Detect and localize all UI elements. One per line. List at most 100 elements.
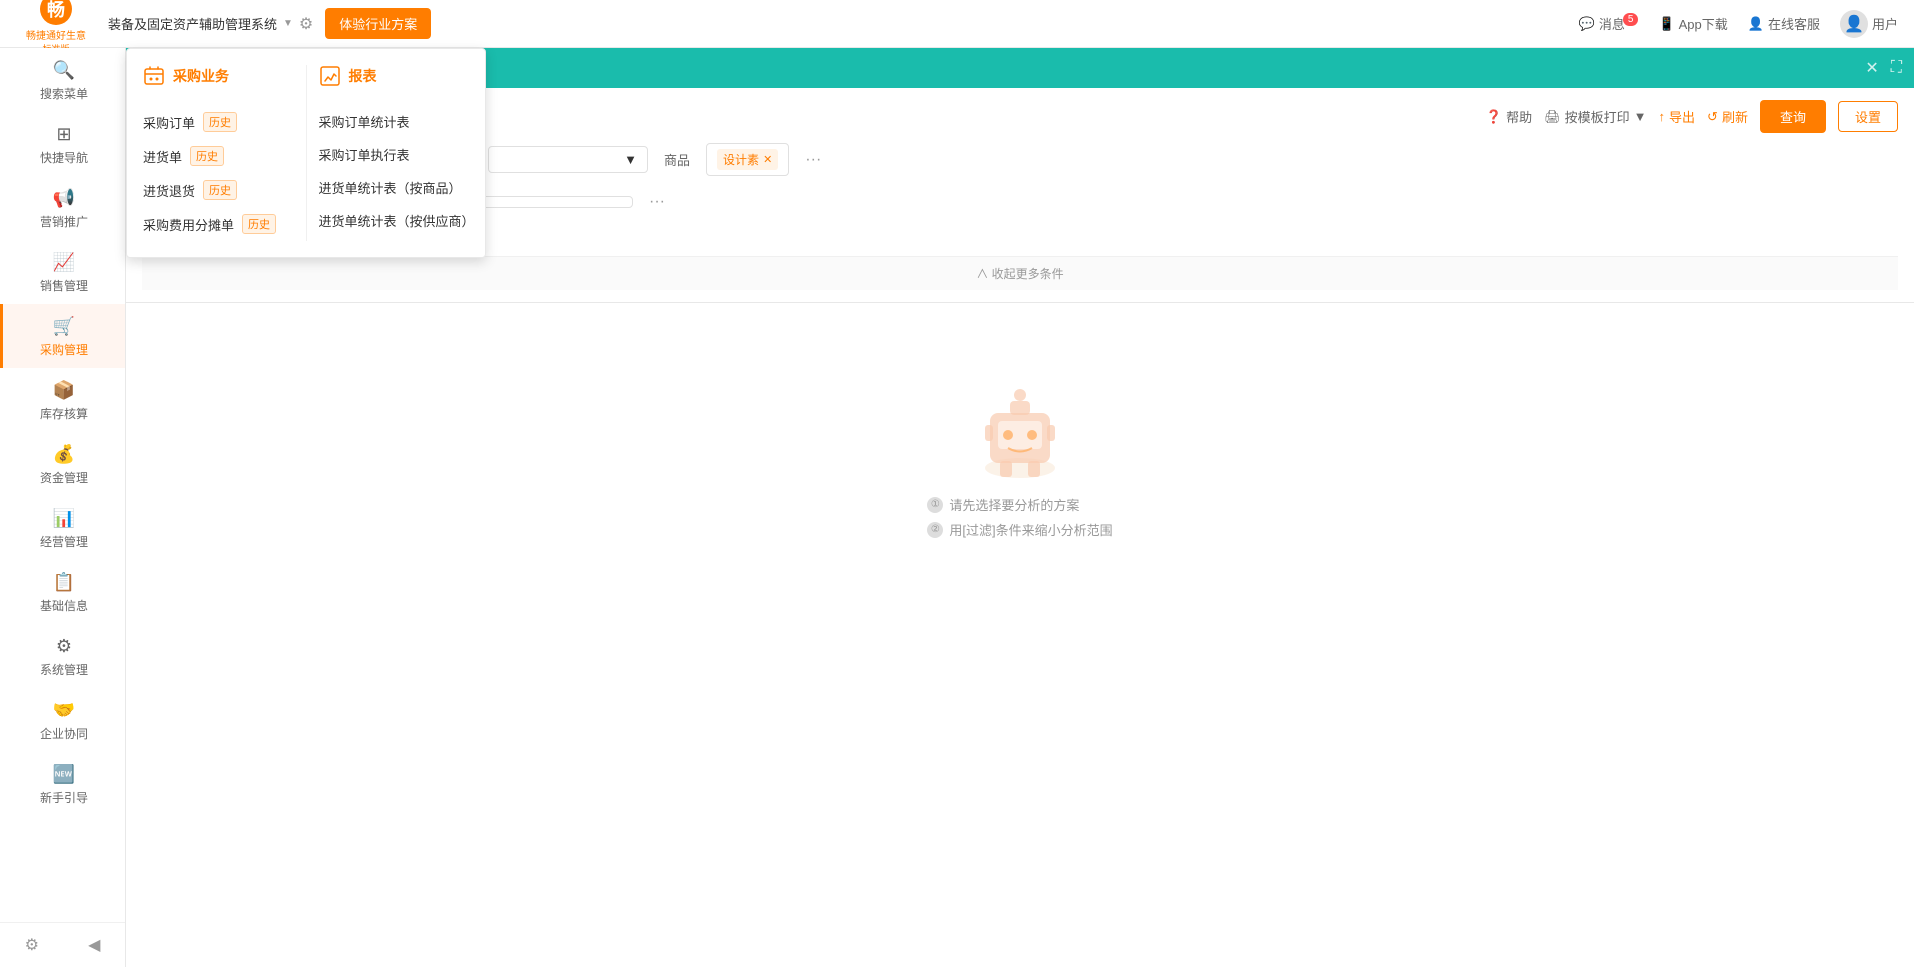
report-item-采购订单统计表[interactable]: 采购订单统计表 [319,105,470,138]
message-button[interactable]: 💬 消息 5 [1579,14,1639,33]
empty-hint-1: ① 请先选择要分析的方案 [927,495,1112,514]
help-button[interactable]: ❓ 帮助 [1486,107,1532,126]
sidebar-label-finance: 资金管理 [40,469,88,486]
user-avatar: 👤 [1840,10,1868,38]
phone-icon: 📱 [1658,16,1674,32]
sidebar-icon-cooperation: 🤝 [53,700,75,721]
collapse-icon: ∧ [976,267,991,281]
user-button[interactable]: 👤 用户 [1840,10,1898,38]
top-bar: 畅 畅捷通好生意 标准版 装备及固定资产辅助管理系统 ▼ ⚙ 体验行业方案 💬 … [0,0,1914,48]
purchase-item-采购费用分摊单[interactable]: 采购费用分摊单 历史 [143,207,294,241]
online-service-button[interactable]: 👤 在线客服 [1748,14,1820,33]
goods-dots[interactable]: ··· [805,151,821,169]
sidebar-label-sales: 销售管理 [40,277,88,294]
report-col-title: 报表 [319,65,470,93]
report-item-进货单统计表（按供应商）[interactable]: 进货单统计表（按供应商） [319,204,470,237]
dropdown-divider [306,65,307,241]
sidebar-label-system: 系统管理 [40,661,88,678]
purchase-column: 采购业务 采购订单 历史 进货单 历史 进货退货 历史 采购费用分摊单 历史 [143,65,294,241]
sidebar-bottom: ⚙ ◀ [0,922,125,967]
top-bar-right: 💬 消息 5 📱 App下载 👤 在线客服 👤 用户 [1579,10,1898,38]
system-title-dropdown-arrow[interactable]: ▼ [283,18,293,29]
help-icon: ❓ [1486,109,1502,125]
report-item-进货单统计表（按商品）[interactable]: 进货单统计表（按商品） [319,171,470,204]
doc-status-arrow: ▼ [624,152,637,167]
export-icon: ↑ [1659,109,1666,124]
notification-badge: 5 [1623,13,1639,26]
sidebar-collapse-icon[interactable]: ◀ [88,935,100,955]
sidebar-item-system[interactable]: ⚙ 系统管理 [0,624,125,688]
industry-button[interactable]: 体验行业方案 [325,8,431,39]
settings-button[interactable]: 设置 [1838,101,1898,132]
system-title-area: 装备及固定资产辅助管理系统 ▼ ⚙ [108,14,313,34]
sidebar-icon-inventory: 📦 [53,380,75,401]
sidebar-label-search: 搜索菜单 [40,85,88,102]
purchase-item-采购订单[interactable]: 采购订单 历史 [143,105,294,139]
sidebar-items: 🔍 搜索菜单 ⊞ 快捷导航 📢 营销推广 📈 销售管理 🛒 采购管理 📦 库存核… [0,48,125,816]
sidebar-label-purchase: 采购管理 [40,341,88,358]
sidebar-icon-finance: 💰 [53,444,75,465]
logo-area: 畅 畅捷通好生意 标准版 [16,0,96,55]
sidebar-item-cooperation[interactable]: 🤝 企业协同 [0,688,125,752]
refresh-button[interactable]: ↺ 刷新 [1707,107,1748,126]
goods-tag: 设计素 ✕ [717,149,778,170]
app-download-button[interactable]: 📱 App下载 [1658,14,1727,33]
hint-2-bullet: ② [927,522,943,538]
report-icon [319,65,341,87]
goods-tag-close[interactable]: ✕ [763,153,772,166]
tab-expand-icon[interactable]: ⛶ [1887,55,1906,81]
sidebar-label-basic: 基础信息 [40,597,88,614]
sidebar-item-basic[interactable]: 📋 基础信息 [0,560,125,624]
purchase-icon [143,65,165,87]
sidebar-settings-icon[interactable]: ⚙ [25,935,39,955]
sidebar-icon-system: ⚙ [56,636,72,657]
logo-text: 畅捷通好生意 [26,27,86,42]
sidebar-icon-search: 🔍 [53,60,75,81]
sidebar-label-guide: 新手引导 [40,789,88,806]
sidebar-icon-guide: 🆕 [53,764,75,785]
sidebar-item-sales[interactable]: 📈 销售管理 [0,240,125,304]
sidebar-label-operation: 经营管理 [40,533,88,550]
print-button[interactable]: 🖨 按模板打印 ▼ [1544,107,1646,126]
tab-close-all-icon[interactable]: ✕ [1861,54,1882,82]
history-badge: 历史 [242,214,276,234]
empty-hints: ① 请先选择要分析的方案 ② 用[过滤]条件来缩小分析范围 [927,495,1112,545]
sidebar-item-operation[interactable]: 📊 经营管理 [0,496,125,560]
empty-state: ① 请先选择要分析的方案 ② 用[过滤]条件来缩小分析范围 [126,303,1914,625]
purchase-items-list: 采购订单 历史 进货单 历史 进货退货 历史 采购费用分摊单 历史 [143,105,294,241]
purchase-item-进货单[interactable]: 进货单 历史 [143,139,294,173]
print-icon: 🖨 [1544,109,1561,125]
sidebar-icon-quick-nav: ⊞ [56,124,71,145]
settings-gear-icon[interactable]: ⚙ [299,14,313,34]
collapse-bar[interactable]: ∧ 收起更多条件 [142,256,1898,290]
query-button[interactable]: 查询 [1760,100,1826,133]
history-badge: 历史 [203,180,237,200]
export-button[interactable]: ↑ 导出 [1659,107,1696,126]
report-items-list: 采购订单统计表采购订单执行表进货单统计表（按商品）进货单统计表（按供应商） [319,105,470,237]
salesman-dropdown[interactable] [473,196,633,208]
sidebar-label-marketing: 营销推广 [40,213,88,230]
history-badge: 历史 [203,112,237,132]
purchase-item-进货退货[interactable]: 进货退货 历史 [143,173,294,207]
sidebar-item-purchase[interactable]: 🛒 采购管理 [0,304,125,368]
sidebar-icon-operation: 📊 [53,508,75,529]
sidebar-label-inventory: 库存核算 [40,405,88,422]
sidebar-item-finance[interactable]: 💰 资金管理 [0,432,125,496]
sidebar-item-quick-nav[interactable]: ⊞ 快捷导航 [0,112,125,176]
empty-robot-svg [960,383,1080,483]
sidebar-label-quick-nav: 快捷导航 [40,149,88,166]
hint-2-text: 用[过滤]条件来缩小分析范围 [949,520,1112,539]
report-item-采购订单执行表[interactable]: 采购订单执行表 [319,138,470,171]
sidebar-item-search[interactable]: 🔍 搜索菜单 [0,48,125,112]
goods-input[interactable]: 设计素 ✕ [706,143,789,176]
sidebar-item-guide[interactable]: 🆕 新手引导 [0,752,125,816]
sidebar-item-marketing[interactable]: 📢 营销推广 [0,176,125,240]
empty-hint-2: ② 用[过滤]条件来缩小分析范围 [927,520,1112,539]
print-dropdown-arrow[interactable]: ▼ [1634,109,1647,124]
empty-illustration [960,383,1080,483]
salesman-dots[interactable]: ··· [649,193,665,211]
sidebar-icon-sales: 📈 [53,252,75,273]
sidebar-item-inventory[interactable]: 📦 库存核算 [0,368,125,432]
doc-status-dropdown[interactable]: ▼ [488,146,648,173]
sidebar-icon-marketing: 📢 [53,188,75,209]
